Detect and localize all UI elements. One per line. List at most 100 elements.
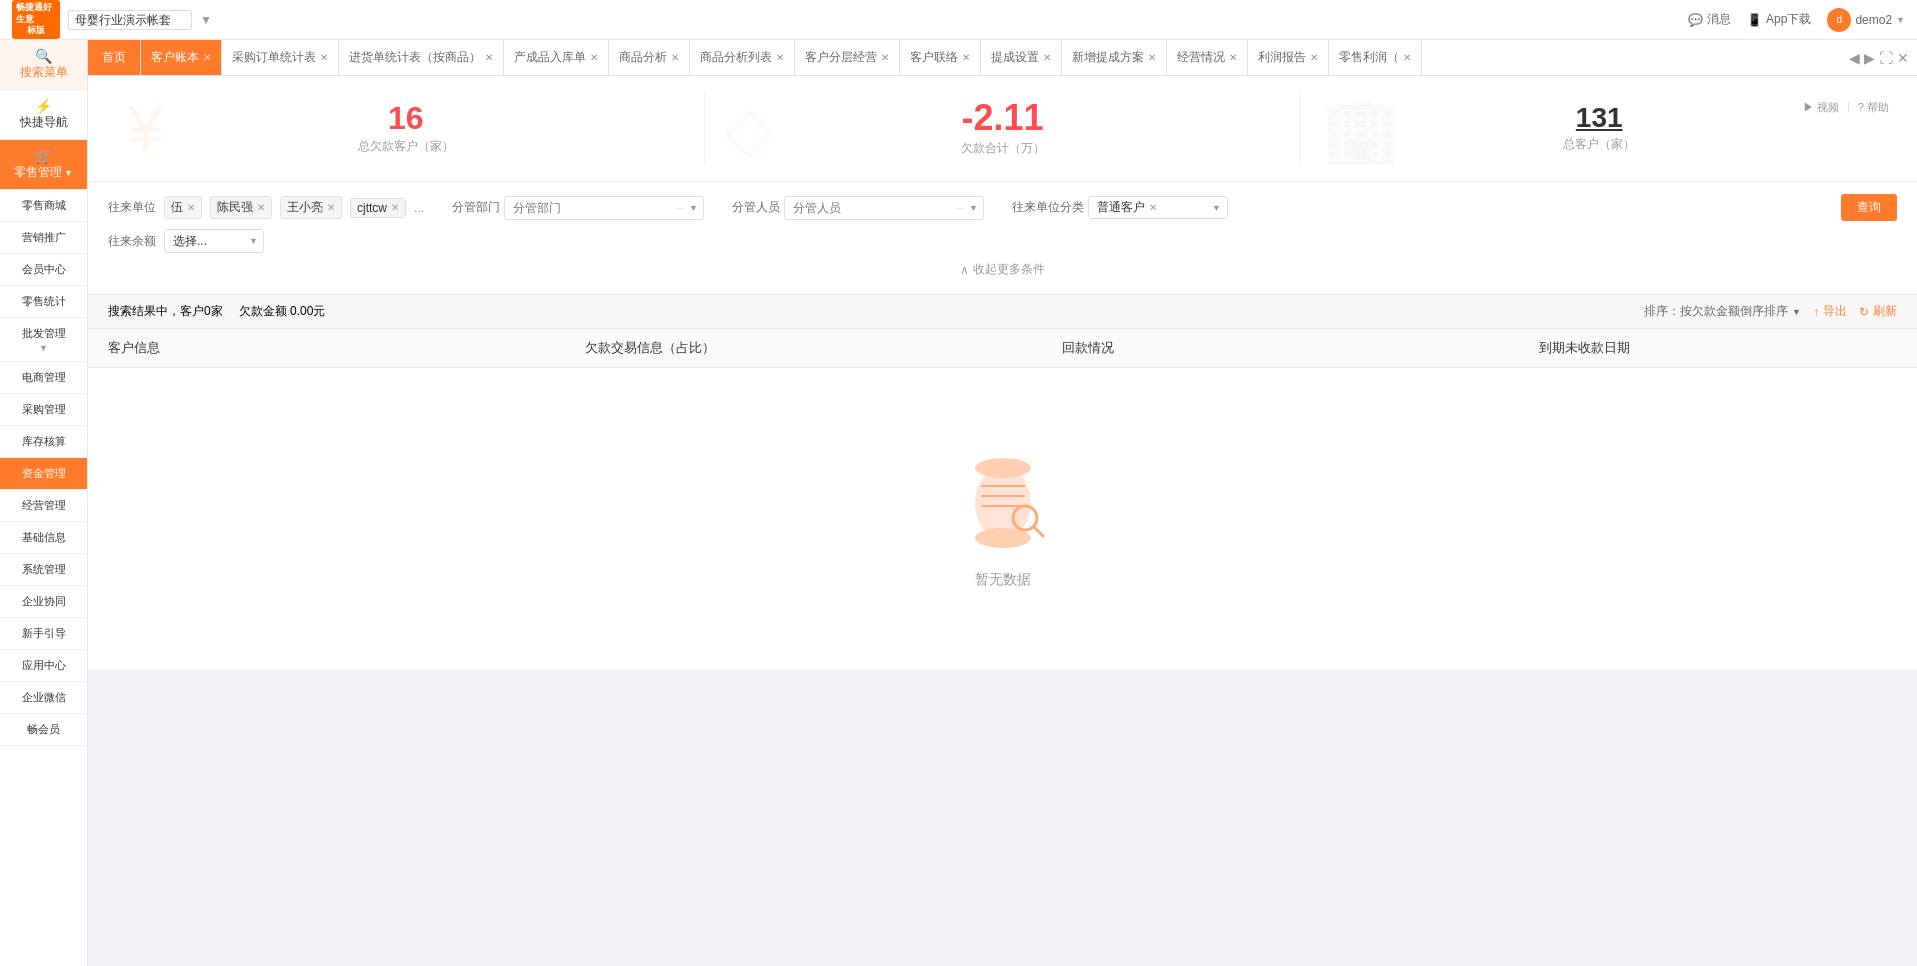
tab-fullscreen[interactable]: ⛶ [1879,50,1893,66]
dept-filter-label: 分管部门 [452,199,500,216]
empty-illustration [953,448,1053,548]
sidebar-item-enterprise-coop[interactable]: 企业协同 [0,586,87,618]
tab-controls: ◀ ▶ ⛶ ✕ [1841,50,1917,66]
tab-profit-report[interactable]: 利润报告 ✕ [1248,40,1329,76]
tab-product-analysis[interactable]: 商品分析 ✕ [609,40,690,76]
sidebar-item-enterprise-wechat[interactable]: 企业微信 [0,682,87,714]
tab-business-status[interactable]: 经营情况 ✕ [1167,40,1248,76]
tab-customer-contact[interactable]: 客户联络 ✕ [900,40,981,76]
phone-icon: 📱 [1747,13,1762,27]
sidebar-item-member-center[interactable]: 会员中心 [0,254,87,286]
stat-credit-customers: ¥ 16 总欠款客户（家） [108,92,705,165]
tab-close-produce-inbound[interactable]: ✕ [590,52,598,63]
unit-classify-select[interactable]: 普通客户 ✕ ▼ [1088,196,1228,219]
sidebar-item-inventory[interactable]: 库存核算 [0,426,87,458]
tab-customer-tier[interactable]: 客户分层经营 ✕ [795,40,900,76]
chevron-down-icon2: ▼ [39,343,48,353]
main-layout: 🔍 搜索菜单 ⚡ 快捷导航 🛒 零售管理 ▼ 零售商城 营销推广 会员中心 零售… [0,40,1917,966]
sort-button[interactable]: 排序：按欠款金额倒序排序 ▼ [1644,303,1801,320]
dept-filter: 分管部门 ▼ ··· [452,196,704,220]
person-clear[interactable]: ··· [956,202,964,213]
tab-purchase-order[interactable]: 采购订单统计表 ✕ [222,40,339,76]
person-select-input[interactable] [784,196,984,220]
export-icon: ↑ [1813,305,1819,319]
sidebar-item-app-center[interactable]: 应用中心 [0,650,87,682]
sidebar-item-marketing[interactable]: 营销推广 [0,222,87,254]
tab-retail-profit[interactable]: 零售利润（ ✕ [1329,40,1422,76]
tab-close-profit-report[interactable]: ✕ [1310,52,1318,63]
topbar: 畅捷通好生意 标版 母婴行业演示帐套 ▼ 💬 消息 📱 App下载 d demo… [0,0,1917,40]
balance-select-wrapper: 选择... ▼ [164,229,264,253]
unit-classify-label: 往来单位分类 [1012,199,1084,216]
balance-select[interactable]: 选择... [164,229,264,253]
sidebar-item-operation[interactable]: 经营管理 [0,490,87,522]
tab-close-inbound-stats[interactable]: ✕ [485,52,493,63]
stat-bg-icon-2: ◇ [725,92,774,166]
person-select-wrapper: ▼ ··· [784,196,984,220]
tab-inbound-stats[interactable]: 进货单统计表（按商品） ✕ [339,40,504,76]
results-info-area: 搜索结果中，客户0家 欠款金额 0.00元 [108,303,325,320]
account-selector[interactable]: 母婴行业演示帐套 [68,10,192,30]
export-button[interactable]: ↑ 导出 [1813,303,1847,320]
tab-close-product-analysis-list[interactable]: ✕ [776,52,784,63]
sidebar-item-ecommerce[interactable]: 电商管理 [0,362,87,394]
search-button[interactable]: 查询 [1841,194,1897,221]
sidebar-item-retail-mgmt[interactable]: 🛒 零售管理 ▼ [0,140,87,190]
tab-close-retail-profit[interactable]: ✕ [1403,52,1411,63]
tab-close-business-status[interactable]: ✕ [1229,52,1237,63]
help-btn[interactable]: ? 帮助 [1858,100,1889,115]
sidebar-item-vip[interactable]: 畅会员 [0,714,87,746]
tab-scroll-right[interactable]: ▶ [1864,50,1875,66]
message-btn[interactable]: 💬 消息 [1688,11,1731,28]
sidebar-item-purchase[interactable]: 采购管理 [0,394,87,426]
tab-close-customer-account[interactable]: ✕ [203,52,211,63]
filter-tag-cjttcw-close[interactable]: ✕ [391,202,399,213]
sidebar-item-system[interactable]: 系统管理 [0,554,87,586]
app-download-btn[interactable]: 📱 App下载 [1747,11,1811,28]
sidebar-item-wholesale-mgmt[interactable]: 批发管理 ▼ [0,318,87,362]
tab-close-purchase-order[interactable]: ✕ [320,52,328,63]
tab-close-customer-tier[interactable]: ✕ [881,52,889,63]
tab-promotion-settings[interactable]: 提成设置 ✕ [981,40,1062,76]
tab-product-analysis-list[interactable]: 商品分析列表 ✕ [690,40,795,76]
tab-close-new-promotion[interactable]: ✕ [1148,52,1156,63]
balance-filter-label: 往来余额 [108,233,156,250]
video-help-area: ▶ 视频 | ? 帮助 [1803,100,1889,115]
tab-produce-inbound[interactable]: 产成品入库单 ✕ [504,40,609,76]
filter-more-tags[interactable]: ... [414,201,424,215]
tab-new-promotion[interactable]: 新增提成方案 ✕ [1062,40,1167,76]
filter-tag-wang-close[interactable]: ✕ [327,202,335,213]
chevron-icon: ▼ [64,168,73,178]
sidebar-item-finance[interactable]: 资金管理 [0,458,87,490]
sidebar-item-new-guide[interactable]: 新手引导 [0,618,87,650]
tab-close-promotion-settings[interactable]: ✕ [1043,52,1051,63]
results-info: 搜索结果中，客户0家 [108,303,223,320]
tab-customer-account[interactable]: 客户账本 ✕ [141,40,222,76]
filter-tag-wu-close[interactable]: ✕ [187,202,195,213]
collapse-button[interactable]: ∧ 收起更多条件 [960,261,1045,278]
tab-close-customer-contact[interactable]: ✕ [962,52,970,63]
sidebar-item-search-menu[interactable]: 🔍 搜索菜单 [0,40,87,90]
chevron-down-icon: ▼ [1896,15,1905,25]
sidebar: 🔍 搜索菜单 ⚡ 快捷导航 🛒 零售管理 ▼ 零售商城 营销推广 会员中心 零售… [0,40,88,966]
dept-clear[interactable]: ··· [676,202,684,213]
filter-tag-wu: 伍 ✕ [164,196,202,219]
unit-classify-filter: 往来单位分类 普通客户 ✕ ▼ [1012,196,1228,219]
unit-classify-tag-close[interactable]: ✕ [1149,202,1157,213]
results-debt: 欠款金额 0.00元 [239,303,326,320]
tab-close-all[interactable]: ✕ [1897,50,1909,66]
video-btn[interactable]: ▶ 视频 [1803,100,1839,115]
content-area: 首页 客户账本 ✕ 采购订单统计表 ✕ 进货单统计表（按商品） ✕ 产成品入库单… [88,40,1917,966]
stat-credit-customers-label: 总欠款客户（家） [358,138,454,155]
tab-close-product-analysis[interactable]: ✕ [671,52,679,63]
refresh-button[interactable]: ↻ 刷新 [1859,303,1897,320]
user-avatar[interactable]: d demo2 ▼ [1827,8,1905,32]
sidebar-item-basic-info[interactable]: 基础信息 [0,522,87,554]
sidebar-item-retail-stats[interactable]: 零售统计 [0,286,87,318]
dept-select-input[interactable] [504,196,704,220]
filter-tag-chen-close[interactable]: ✕ [257,202,265,213]
sidebar-item-retail-mall[interactable]: 零售商城 [0,190,87,222]
tab-home[interactable]: 首页 [88,40,141,76]
sidebar-item-quick-nav[interactable]: ⚡ 快捷导航 [0,90,87,140]
tab-scroll-left[interactable]: ◀ [1849,50,1860,66]
